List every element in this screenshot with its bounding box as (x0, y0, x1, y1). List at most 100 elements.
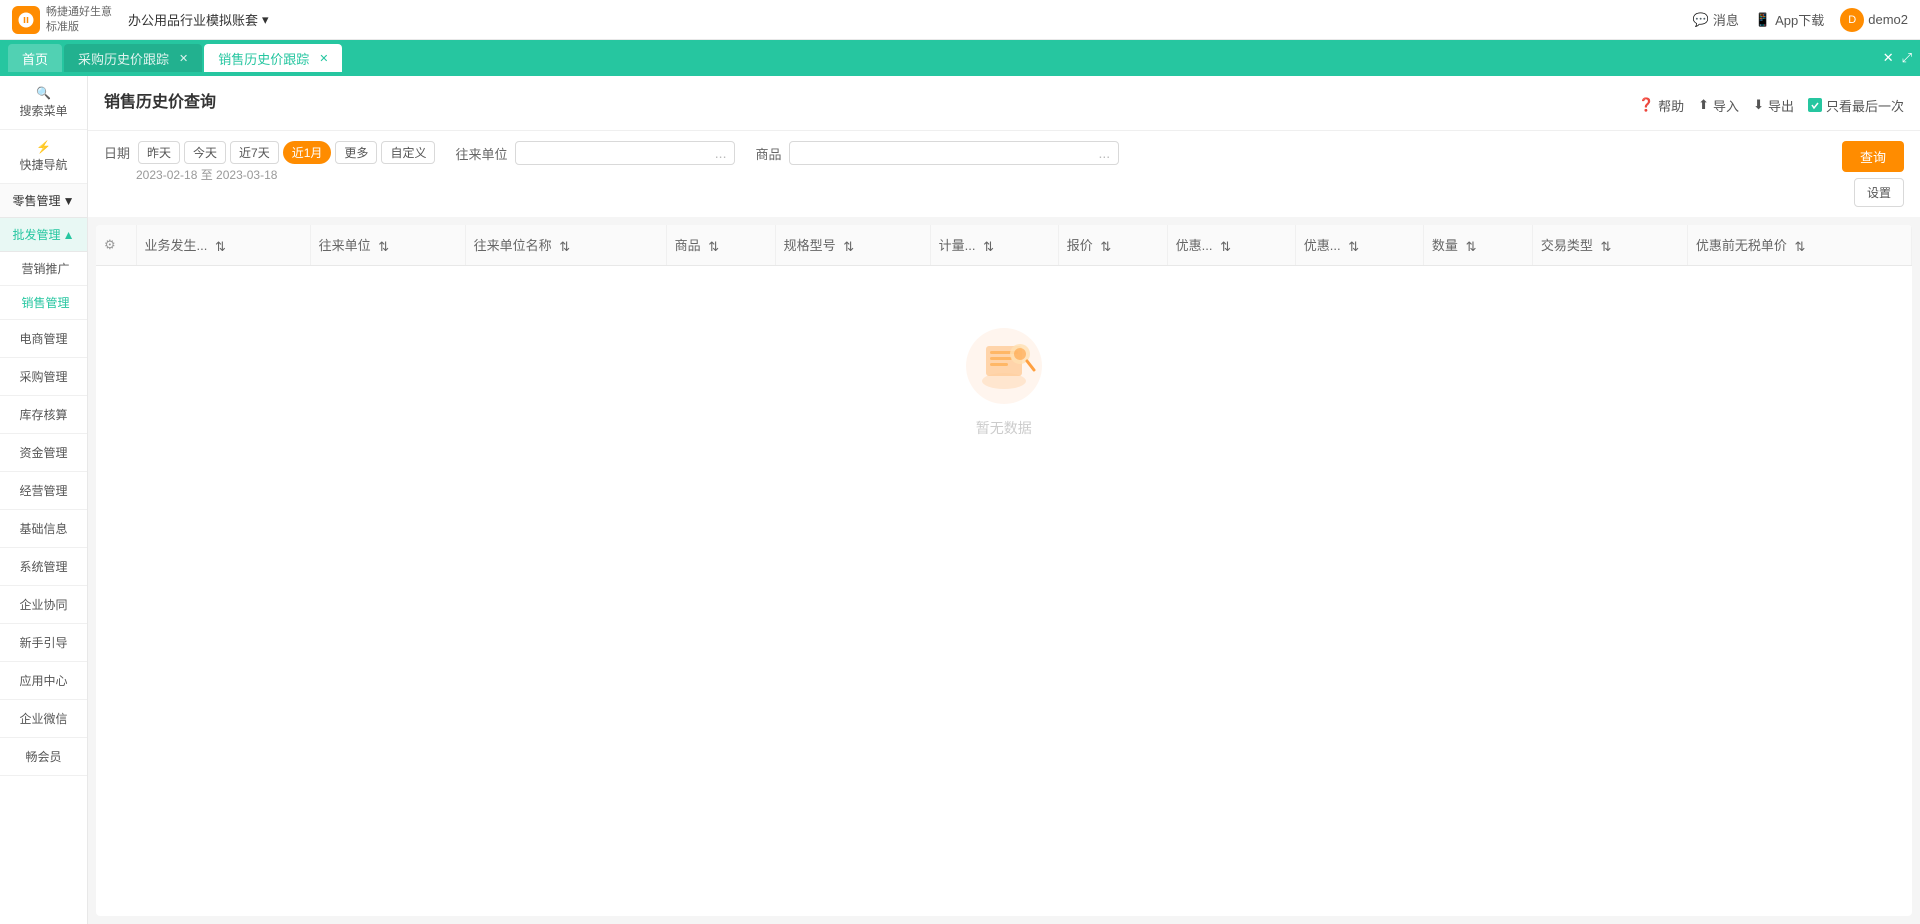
search-icon: 🔍 (4, 86, 83, 100)
apps-label: 应用中心 (4, 672, 83, 689)
sort-icon-partner-name[interactable]: ⇅ (559, 239, 570, 255)
sidebar-item-marketing[interactable]: 营销推广 (0, 252, 87, 286)
sidebar-search-label: 搜索菜单 (4, 102, 83, 119)
table-col-pretax-price: 优惠前无税单价 ⇅ (1687, 225, 1911, 265)
product-dots[interactable]: ... (1098, 145, 1110, 161)
sidebar-item-wechat[interactable]: 企业微信 (0, 700, 87, 738)
sidebar-item-apps[interactable]: 应用中心 (0, 662, 87, 700)
import-icon: ⬆ (1698, 97, 1709, 113)
partner-input[interactable] (524, 146, 714, 160)
sales-tab-close[interactable]: ✕ (319, 52, 328, 65)
message-icon: 💬 (1693, 12, 1709, 28)
date-btn-custom[interactable]: 自定义 (381, 141, 435, 164)
sort-icon-spec[interactable]: ⇅ (843, 239, 854, 255)
sidebar-item-quicknav[interactable]: ⚡ 快捷导航 (0, 130, 87, 184)
only-last-checkbox[interactable]: 只看最后一次 (1808, 96, 1904, 115)
maximize-icon[interactable]: ⤢ (1902, 50, 1912, 66)
query-button[interactable]: 查询 (1842, 141, 1904, 172)
sort-icon-price[interactable]: ⇅ (1100, 239, 1111, 255)
page-header-row: 销售历史价查询 ❓ 帮助 ⬆ 导入 ⬇ 导出 只看 (88, 76, 1920, 131)
tab-bar-right: ✕ ⤢ (1883, 50, 1912, 66)
message-nav[interactable]: 💬 消息 (1693, 10, 1739, 29)
sort-icon-partner[interactable]: ⇅ (378, 239, 389, 255)
table-col-trade-type: 交易类型 ⇅ (1532, 225, 1687, 265)
sort-icon-product[interactable]: ⇅ (708, 239, 719, 255)
sidebar-item-purchase[interactable]: 采购管理 (0, 358, 87, 396)
product-label: 商品 (755, 144, 781, 163)
sidebar-item-search[interactable]: 🔍 搜索菜单 (0, 76, 87, 130)
date-btn-more[interactable]: 更多 (335, 141, 377, 164)
content-area: 销售历史价查询 ❓ 帮助 ⬆ 导入 ⬇ 导出 只看 (88, 76, 1920, 924)
company-selector[interactable]: 办公用品行业模拟账套 ▾ (120, 10, 277, 29)
table-col-partner-name: 往来单位名称 ⇅ (465, 225, 666, 265)
sort-icon-qty[interactable]: ⇅ (1466, 239, 1477, 255)
business-label: 经营管理 (4, 482, 83, 499)
checkbox-checked-icon (1808, 98, 1822, 112)
table-container: ⚙ 业务发生... ⇅ 往来单位 ⇅ 往来单位名称 ⇅ (96, 225, 1912, 916)
sidebar-item-retail[interactable]: 零售管理 ▼ (0, 184, 87, 218)
sidebar-item-business[interactable]: 经营管理 (0, 472, 87, 510)
sidebar-quicknav-label: 快捷导航 (4, 156, 83, 173)
import-action[interactable]: ⬆ 导入 (1698, 96, 1739, 115)
empty-text: 暂无数据 (976, 418, 1032, 438)
tab-sales[interactable]: 销售历史价跟踪 ✕ (204, 44, 342, 72)
sort-icon-pretax-price[interactable]: ⇅ (1795, 239, 1806, 255)
empty-icon (964, 326, 1044, 406)
settings-button[interactable]: 设置 (1854, 178, 1904, 207)
table-col-spec: 规格型号 ⇅ (775, 225, 930, 265)
sidebar-item-wholesale[interactable]: 批发管理 ▲ (0, 218, 87, 252)
sidebar-item-system[interactable]: 系统管理 (0, 548, 87, 586)
product-input-wrapper: ... (789, 141, 1119, 165)
date-buttons: 昨天 今天 近7天 近1月 更多 自定义 (138, 141, 435, 164)
main-layout: 🔍 搜索菜单 ⚡ 快捷导航 零售管理 ▼ 批发管理 ▲ 营销推广 销售管理 电商… (0, 76, 1920, 924)
query-actions: 查询 设置 (1842, 141, 1904, 207)
close-window-icon[interactable]: ✕ (1883, 50, 1894, 66)
partner-dots[interactable]: ... (715, 145, 727, 161)
sort-icon-trade-type[interactable]: ⇅ (1601, 239, 1612, 255)
sidebar-item-inventory[interactable]: 库存核算 (0, 396, 87, 434)
download-icon: 📱 (1755, 12, 1771, 28)
app-download-nav[interactable]: 📱 App下载 (1755, 10, 1824, 29)
product-input[interactable] (798, 146, 1098, 160)
purchase-tab-label: 采购历史价跟踪 (78, 49, 169, 68)
sort-icon-discount1[interactable]: ⇅ (1220, 239, 1231, 255)
help-action[interactable]: ❓ 帮助 (1638, 96, 1684, 115)
table-settings-icon[interactable]: ⚙ (104, 237, 116, 252)
sort-icon-unit[interactable]: ⇅ (983, 239, 994, 255)
tab-purchase[interactable]: 采购历史价跟踪 ✕ (64, 44, 202, 72)
sidebar-item-ecommerce[interactable]: 电商管理 (0, 320, 87, 358)
chevron-down-icon: ▾ (262, 12, 269, 28)
sidebar-item-basic[interactable]: 基础信息 (0, 510, 87, 548)
header-actions: ❓ 帮助 ⬆ 导入 ⬇ 导出 只看最后一次 (1638, 96, 1904, 115)
date-filter-group: 日期 昨天 今天 近7天 近1月 更多 自定义 2023-02-18 至 202… (104, 141, 435, 183)
user-avatar: D (1840, 8, 1864, 32)
sort-icon-discount2[interactable]: ⇅ (1348, 239, 1359, 255)
top-bar-right: 💬 消息 📱 App下载 D demo2 (1693, 8, 1908, 32)
sort-icon-date[interactable]: ⇅ (215, 239, 226, 255)
tab-home[interactable]: 首页 (8, 44, 62, 72)
wholesale-chevron: ▲ (63, 228, 75, 242)
date-btn-today[interactable]: 今天 (184, 141, 226, 164)
sidebar-item-member[interactable]: 畅会员 (0, 738, 87, 776)
purchase-tab-close[interactable]: ✕ (179, 52, 188, 65)
sidebar-item-sales-mgmt[interactable]: 销售管理 (0, 286, 87, 320)
purchase-label: 采购管理 (4, 368, 83, 385)
sidebar-item-finance[interactable]: 资金管理 (0, 434, 87, 472)
data-table: ⚙ 业务发生... ⇅ 往来单位 ⇅ 往来单位名称 ⇅ (96, 225, 1912, 498)
export-action[interactable]: ⬇ 导出 (1753, 96, 1794, 115)
date-label: 日期 (104, 143, 130, 162)
sidebar-item-newbie[interactable]: 新手引导 (0, 624, 87, 662)
date-range-text: 2023-02-18 至 2023-03-18 (136, 168, 277, 182)
user-nav[interactable]: D demo2 (1840, 8, 1908, 32)
date-btn-yesterday[interactable]: 昨天 (138, 141, 180, 164)
page-title: 销售历史价查询 (104, 88, 216, 112)
date-btn-1month[interactable]: 近1月 (283, 141, 332, 164)
logo-area: 畅捷通好生意 标准版 (12, 5, 112, 34)
product-filter-group: 商品 ... (755, 141, 1119, 165)
date-btn-7days[interactable]: 近7天 (230, 141, 279, 164)
sidebar-item-enterprise[interactable]: 企业协同 (0, 586, 87, 624)
table-col-price: 报价 ⇅ (1058, 225, 1167, 265)
empty-state: 暂无数据 (96, 266, 1912, 498)
top-bar: 畅捷通好生意 标准版 办公用品行业模拟账套 ▾ 💬 消息 📱 App下载 D d… (0, 0, 1920, 40)
home-tab-label: 首页 (22, 49, 48, 68)
